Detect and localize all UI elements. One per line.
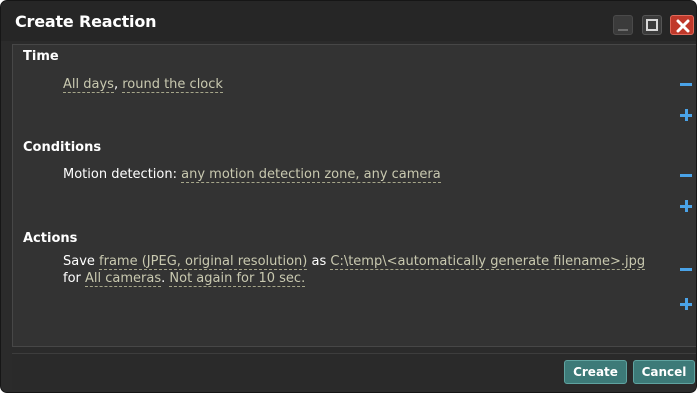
motion-detection-label: Motion detection: [63,167,182,182]
minus-icon[interactable] [680,169,692,181]
maximize-button[interactable] [642,15,662,35]
as-label: as [307,254,331,269]
not-again-link[interactable]: Not again for 10 sec. [169,271,306,287]
close-button[interactable] [670,15,694,35]
time-row: All days, round the clock [63,77,223,93]
conditions-heading: Conditions [23,140,102,155]
time-heading: Time [23,49,59,64]
round-the-clock-link[interactable]: round the clock [122,77,223,93]
minus-icon[interactable] [680,78,692,90]
title-bar[interactable]: Create Reaction [1,1,696,41]
time-separator: , [113,77,123,92]
plus-icon[interactable] [680,200,692,212]
save-label: Save [63,254,100,269]
action-row-line2: for All cameras. Not again for 10 sec. [63,271,306,287]
reaction-content: Time All days, round the clock Condition… [12,44,696,347]
frame-format-link[interactable]: frame (JPEG, original resolution) [99,254,308,270]
create-button[interactable]: Create [564,360,627,384]
all-cameras-link[interactable]: All cameras [85,271,162,287]
motion-zone-link[interactable]: any motion detection zone, any camera [181,167,441,183]
file-path-link[interactable]: C:\temp\<automatically generate filename… [330,254,646,270]
all-days-link[interactable]: All days [63,77,114,93]
window-title: Create Reaction [15,12,157,31]
cancel-button[interactable]: Cancel [633,360,695,384]
action-row-line1: Save frame (JPEG, original resolution) a… [63,254,646,270]
condition-row: Motion detection: any motion detection z… [63,167,441,183]
actions-heading: Actions [23,231,78,246]
create-reaction-window: Create Reaction Time All days, round the… [0,0,697,393]
plus-icon[interactable] [680,298,692,310]
close-icon [676,19,690,33]
for-label: for [63,271,86,286]
minimize-button[interactable] [613,15,633,35]
minus-icon[interactable] [680,263,692,275]
plus-icon[interactable] [680,109,692,121]
